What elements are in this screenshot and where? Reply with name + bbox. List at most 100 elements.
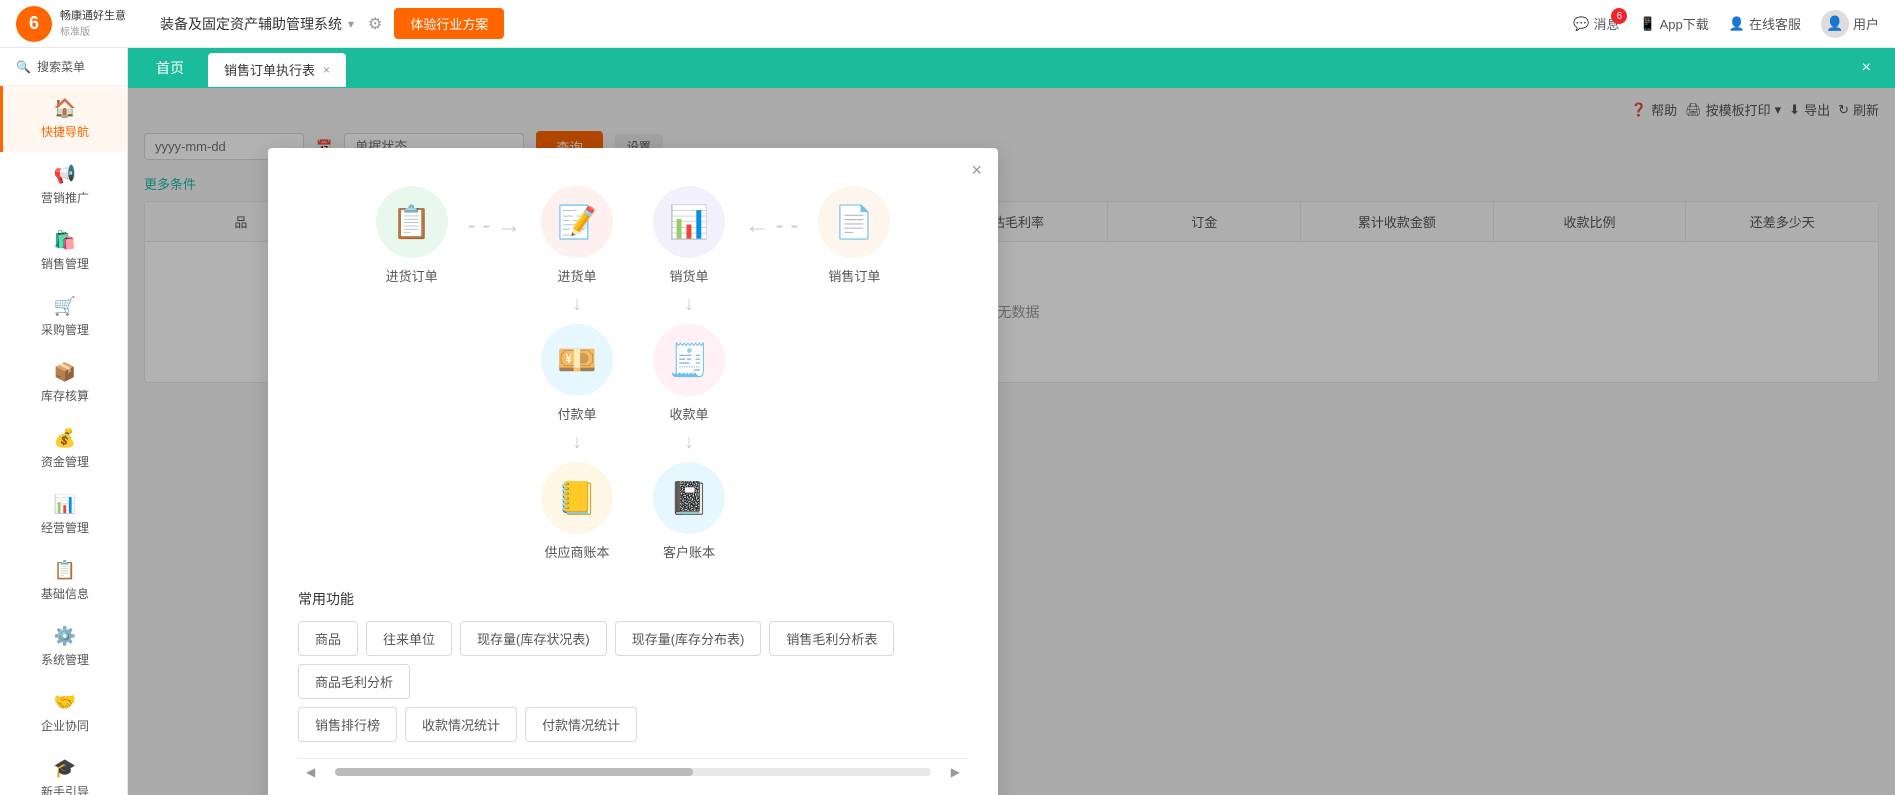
sidebar: 🔍 搜索菜单 🏠 快捷导航 📢 营销推广 🛍️ 销售管理 🛒 采购管理 📦 [0, 48, 128, 795]
common-functions-title: 常用功能 [298, 589, 968, 609]
sidebar-label-newbie: 新手引导 [41, 783, 89, 795]
scroll-right-btn[interactable]: ▶ [943, 765, 968, 779]
sidebar-label-sales: 销售管理 [41, 255, 89, 272]
enterprise-icon: 🤝 [54, 692, 76, 713]
sidebar-item-purchase[interactable]: 🛒 采购管理 [0, 284, 127, 350]
supplier-ledger-label: 供应商账本 [544, 542, 609, 561]
content-area: 首页 销售订单执行表 × × ❓ 帮助 [128, 48, 1895, 795]
logo-sub: 标准版 [60, 23, 126, 38]
sidebar-item-basic[interactable]: 📋 基础信息 [0, 548, 127, 614]
logo-text: 畅康通好生意 [60, 9, 126, 23]
flow-node-supplier-ledger: 📒 供应商账本 [541, 462, 613, 561]
flow-node-sales-bill: 📊 销货单 [653, 186, 725, 285]
sidebar-label-operation: 经营管理 [41, 519, 89, 536]
sidebar-item-marketing[interactable]: 📢 营销推广 [0, 152, 127, 218]
top-right-actions: 💬 消息 6 📱 App下载 👤 在线客服 👤 用户 [1573, 10, 1879, 38]
purchase-icon: 🛒 [54, 296, 76, 317]
func-btn-stock-dist[interactable]: 现存量(库存分布表) [615, 621, 762, 656]
func-btn-product-profit[interactable]: 商品毛利分析 [298, 664, 410, 699]
func-buttons-row1: 商品 往来单位 现存量(库存状况表) 现存量(库存分布表) 销售毛利分析表 商品… [298, 621, 968, 699]
sidebar-item-sales[interactable]: 🛍️ 销售管理 [0, 218, 127, 284]
payment-icon: 💴 [541, 324, 613, 396]
sidebar-label-system: 系统管理 [41, 651, 89, 668]
app-download-action[interactable]: 📱 App下载 [1639, 14, 1708, 33]
payment-label: 付款单 [557, 404, 596, 423]
message-icon: 💬 [1573, 16, 1589, 32]
sidebar-label-quick-nav: 快捷导航 [41, 123, 89, 140]
tab-bar-close-icon[interactable]: × [1846, 59, 1887, 77]
flow-node-customer-ledger: 📓 客户账本 [653, 462, 725, 561]
func-btn-sales-rank[interactable]: 销售排行榜 [298, 707, 397, 742]
flow-node-receipt: 🧾 收款单 [653, 324, 725, 423]
receipt-icon: 🧾 [653, 324, 725, 396]
newbie-icon: 🎓 [54, 758, 76, 779]
inventory-icon: 📦 [54, 362, 76, 383]
message-badge: 6 [1611, 8, 1627, 24]
scroll-thumb[interactable] [335, 768, 692, 776]
online-service-action[interactable]: 👤 在线客服 [1729, 14, 1801, 33]
system-icon: ⚙️ [54, 626, 76, 647]
flow-node-payment: 💴 付款单 [541, 324, 613, 423]
func-btn-product[interactable]: 商品 [298, 621, 358, 656]
app-download-icon: 📱 [1639, 16, 1655, 32]
sales-bill-icon: 📊 [653, 186, 725, 258]
customer-ledger-label: 客户账本 [663, 542, 715, 561]
app-download-label: App下载 [1660, 14, 1709, 33]
flow-modal: × 📋 进货订单 [268, 148, 998, 795]
system-title: 装备及固定资产辅助管理系统 ▾ ⚙ [160, 14, 382, 34]
logo-area: 6 畅康通好生意 标准版 [16, 6, 144, 42]
tab-close-icon[interactable]: × [323, 63, 330, 77]
sidebar-item-system[interactable]: ⚙️ 系统管理 [0, 614, 127, 680]
sidebar-item-finance[interactable]: 💰 资金管理 [0, 416, 127, 482]
sidebar-item-inventory[interactable]: 📦 库存核算 [0, 350, 127, 416]
purchase-bill-icon: 📝 [541, 186, 613, 258]
quick-nav-icon: 🏠 [54, 98, 76, 119]
search-menu[interactable]: 🔍 搜索菜单 [0, 48, 127, 86]
sidebar-label-marketing: 营销推广 [41, 189, 89, 206]
func-btn-payment-stats[interactable]: 付款情况统计 [525, 707, 637, 742]
sidebar-item-newbie[interactable]: 🎓 新手引导 [0, 746, 127, 795]
flow-node-sales-order: 📄 销售订单 [818, 186, 890, 285]
purchase-order-icon: 📋 [376, 186, 448, 258]
logo-icon: 6 [16, 6, 52, 42]
search-icon: 🔍 [16, 60, 31, 74]
func-btn-counterpart[interactable]: 往来单位 [366, 621, 452, 656]
basic-icon: 📋 [54, 560, 76, 581]
sidebar-item-operation[interactable]: 📊 经营管理 [0, 482, 127, 548]
scroll-left-btn[interactable]: ◀ [298, 765, 323, 779]
marketing-icon: 📢 [54, 164, 76, 185]
func-btn-stock-status[interactable]: 现存量(库存状况表) [460, 621, 607, 656]
sales-order-icon: 📄 [818, 186, 890, 258]
sidebar-label-purchase: 采购管理 [41, 321, 89, 338]
flow-node-purchase-bill: 📝 进货单 [541, 186, 613, 285]
sidebar-label-enterprise: 企业协同 [41, 717, 89, 734]
tab-sales-order[interactable]: 销售订单执行表 × [208, 53, 346, 87]
purchase-bill-label: 进货单 [557, 266, 596, 285]
settings-icon[interactable]: ⚙ [368, 14, 382, 34]
main-content: ❓ 帮助 🖨 按模板打印 ▾ ⬇ 导出 [128, 88, 1895, 795]
online-service-icon: 👤 [1729, 16, 1745, 32]
modal-overlay[interactable]: × 📋 进货订单 [128, 88, 1895, 795]
experience-btn[interactable]: 体验行业方案 [394, 8, 504, 39]
sidebar-label-basic: 基础信息 [41, 585, 89, 602]
tab-bar: 首页 销售订单执行表 × × [128, 48, 1895, 88]
tab-home[interactable]: 首页 [136, 48, 204, 88]
system-dropdown-icon[interactable]: ▾ [348, 17, 354, 31]
common-functions: 常用功能 商品 往来单位 现存量(库存状况表) 现存量(库存分布表) 销售毛利分… [298, 589, 968, 742]
sidebar-item-quick-nav[interactable]: 🏠 快捷导航 [0, 86, 127, 152]
customer-ledger-icon: 📓 [653, 462, 725, 534]
scroll-track [335, 768, 931, 776]
search-label: 搜索菜单 [37, 58, 85, 75]
user-action[interactable]: 👤 用户 [1821, 10, 1879, 38]
scroll-bar-area: ◀ ▶ [298, 758, 968, 785]
func-buttons-row2: 销售排行榜 收款情况统计 付款情况统计 [298, 707, 968, 742]
sales-icon: 🛍️ [54, 230, 76, 251]
sidebar-label-finance: 资金管理 [41, 453, 89, 470]
modal-close-btn[interactable]: × [971, 160, 982, 181]
message-action[interactable]: 💬 消息 6 [1573, 14, 1619, 33]
system-name: 装备及固定资产辅助管理系统 [160, 14, 342, 34]
func-btn-receipt-stats[interactable]: 收款情况统计 [405, 707, 517, 742]
func-btn-sales-profit[interactable]: 销售毛利分析表 [769, 621, 894, 656]
finance-icon: 💰 [54, 428, 76, 449]
sidebar-item-enterprise[interactable]: 🤝 企业协同 [0, 680, 127, 746]
